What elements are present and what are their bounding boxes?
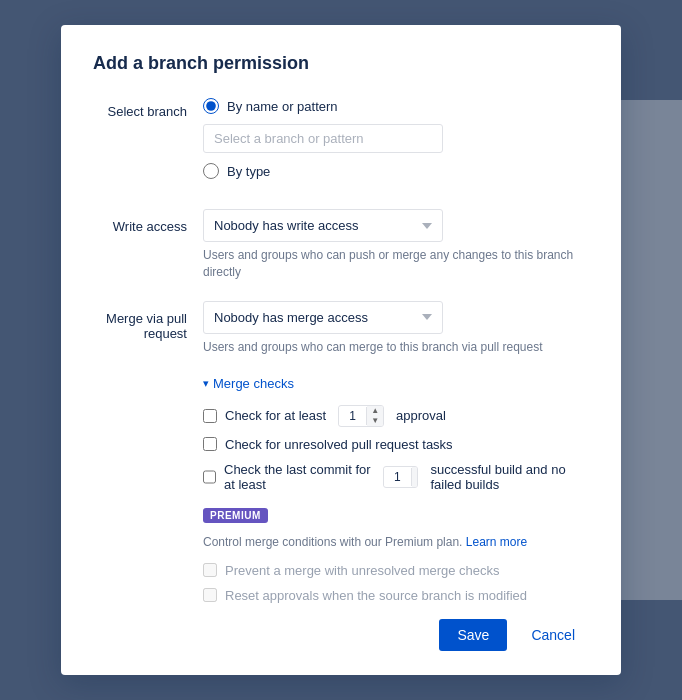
check-approval-unit[interactable]: approval xyxy=(396,408,446,423)
merge-access-select[interactable]: Nobody has merge access xyxy=(203,301,443,334)
approval-stepper[interactable]: 1 ▲ ▼ xyxy=(338,405,384,427)
disabled-check1-label: Prevent a merge with unresolved merge ch… xyxy=(225,563,500,578)
merge-access-content: Nobody has merge access Users and groups… xyxy=(203,301,589,356)
radio-by-name-option[interactable]: By name or pattern xyxy=(203,98,589,114)
disabled-check2-label: Reset approvals when the source branch i… xyxy=(225,588,527,603)
write-access-content: Nobody has write access Users and groups… xyxy=(203,209,589,281)
write-access-row: Write access Nobody has write access Use… xyxy=(93,209,589,281)
select-branch-content: By name or pattern By type xyxy=(203,98,589,189)
approval-stepper-value: 1 xyxy=(339,407,367,425)
modal-title: Add a branch permission xyxy=(93,53,589,74)
write-access-hint: Users and groups who can push or merge a… xyxy=(203,247,589,281)
radio-by-type-option[interactable]: By type xyxy=(203,163,589,179)
branch-pattern-input[interactable] xyxy=(203,124,443,153)
checks-section: Check for at least 1 ▲ ▼ approval Check … xyxy=(203,405,589,603)
approval-stepper-up[interactable]: ▲ xyxy=(367,406,383,416)
disabled-check1-checkbox xyxy=(203,563,217,577)
merge-access-row: Merge via pull request Nobody has merge … xyxy=(93,301,589,356)
radio-by-type-input[interactable] xyxy=(203,163,219,179)
premium-description: Control merge conditions with our Premiu… xyxy=(203,535,462,549)
check-build-checkbox[interactable] xyxy=(203,470,216,484)
modal-footer: Save Cancel xyxy=(93,619,589,651)
build-stepper-value: 1 xyxy=(384,468,412,486)
check-approval-prefix[interactable]: Check for at least xyxy=(225,408,326,423)
radio-by-name-input[interactable] xyxy=(203,98,219,114)
disabled-check2-checkbox xyxy=(203,588,217,602)
modal-overlay: Add a branch permission Select branch By… xyxy=(0,0,682,700)
premium-section: PREMIUM xyxy=(203,506,589,529)
build-stepper-down[interactable]: ▼ xyxy=(412,477,419,487)
check-build-prefix[interactable]: Check the last commit for at least xyxy=(224,462,371,492)
premium-text: Control merge conditions with our Premiu… xyxy=(203,535,589,549)
write-access-select[interactable]: Nobody has write access xyxy=(203,209,443,242)
check-unresolved-label[interactable]: Check for unresolved pull request tasks xyxy=(225,437,453,452)
build-stepper-up[interactable]: ▲ xyxy=(412,467,419,477)
check-approval-checkbox[interactable] xyxy=(203,409,217,423)
check-approval-item: Check for at least 1 ▲ ▼ approval xyxy=(203,405,589,427)
build-stepper[interactable]: 1 ▲ ▼ xyxy=(383,466,419,488)
approval-stepper-btns: ▲ ▼ xyxy=(367,406,383,426)
disabled-check2-item: Reset approvals when the source branch i… xyxy=(203,588,589,603)
write-access-label: Write access xyxy=(93,209,203,234)
radio-by-name-label[interactable]: By name or pattern xyxy=(227,99,338,114)
premium-badge: PREMIUM xyxy=(203,508,268,523)
select-branch-label: Select branch xyxy=(93,98,203,119)
select-branch-row: Select branch By name or pattern By type xyxy=(93,98,589,189)
approval-stepper-down[interactable]: ▼ xyxy=(367,416,383,426)
save-button[interactable]: Save xyxy=(439,619,507,651)
cancel-button[interactable]: Cancel xyxy=(517,619,589,651)
radio-by-type-label[interactable]: By type xyxy=(227,164,270,179)
build-stepper-btns: ▲ ▼ xyxy=(412,467,419,487)
disabled-check1-item: Prevent a merge with unresolved merge ch… xyxy=(203,563,589,578)
modal-dialog: Add a branch permission Select branch By… xyxy=(61,25,621,674)
merge-checks-label: Merge checks xyxy=(213,376,294,391)
check-unresolved-item: Check for unresolved pull request tasks xyxy=(203,437,589,452)
check-build-suffix[interactable]: successful build and no failed builds xyxy=(430,462,589,492)
merge-checks-toggle[interactable]: ▾ Merge checks xyxy=(203,376,589,391)
check-unresolved-checkbox[interactable] xyxy=(203,437,217,451)
merge-access-label: Merge via pull request xyxy=(93,301,203,341)
check-build-item: Check the last commit for at least 1 ▲ ▼… xyxy=(203,462,589,492)
premium-learn-link[interactable]: Learn more xyxy=(466,535,527,549)
chevron-down-icon: ▾ xyxy=(203,377,209,390)
merge-access-hint: Users and groups who can merge to this b… xyxy=(203,339,589,356)
